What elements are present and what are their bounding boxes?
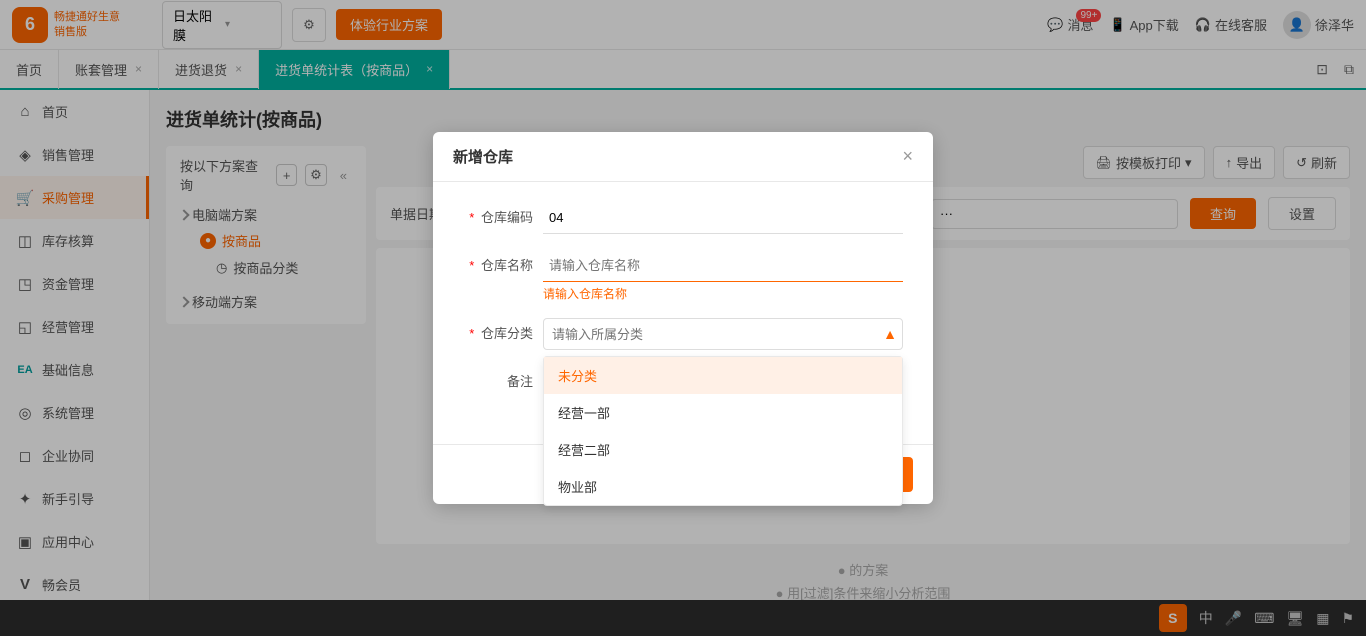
warehouse-category-label: 仓库分类	[463, 318, 543, 350]
warehouse-name-error: 请输入仓库名称	[543, 285, 903, 302]
modal-title: 新增仓库	[453, 146, 513, 167]
modal-body: 仓库编码 仓库名称 请输入仓库名称 仓库分类 ▲	[433, 182, 933, 444]
warehouse-category-control: ▲ 未分类 经营一部 经营二部 物业部	[543, 318, 903, 350]
modal-close-button[interactable]: ×	[902, 146, 913, 167]
warehouse-name-input[interactable]	[543, 250, 903, 282]
add-warehouse-modal: 新增仓库 × 仓库编码 仓库名称 请输入仓库名称 仓库分类	[433, 132, 933, 504]
dropdown-item-dept2[interactable]: 经营二部	[544, 431, 902, 468]
warehouse-name-label: 仓库名称	[463, 250, 543, 282]
dropdown-item-dept3[interactable]: 物业部	[544, 468, 902, 505]
warehouse-name-row: 仓库名称 请输入仓库名称	[463, 250, 903, 302]
warehouse-code-control	[543, 202, 903, 234]
dropdown-item-none[interactable]: 未分类	[544, 357, 902, 394]
warehouse-category-row: 仓库分类 ▲ 未分类 经营一部 经营二部 物业部	[463, 318, 903, 350]
category-toggle-button[interactable]: ▲	[883, 326, 897, 342]
warehouse-name-control: 请输入仓库名称	[543, 250, 903, 302]
warehouse-note-label: 备注	[463, 366, 543, 398]
warehouse-code-row: 仓库编码	[463, 202, 903, 234]
warehouse-code-label: 仓库编码	[463, 202, 543, 234]
category-dropdown: 未分类 经营一部 经营二部 物业部	[543, 356, 903, 506]
modal-header: 新增仓库 ×	[433, 132, 933, 182]
category-select-wrapper: ▲ 未分类 经营一部 经营二部 物业部	[543, 318, 903, 350]
category-input[interactable]	[543, 318, 903, 350]
dropdown-item-dept1[interactable]: 经营一部	[544, 394, 902, 431]
warehouse-code-input[interactable]	[543, 202, 903, 234]
